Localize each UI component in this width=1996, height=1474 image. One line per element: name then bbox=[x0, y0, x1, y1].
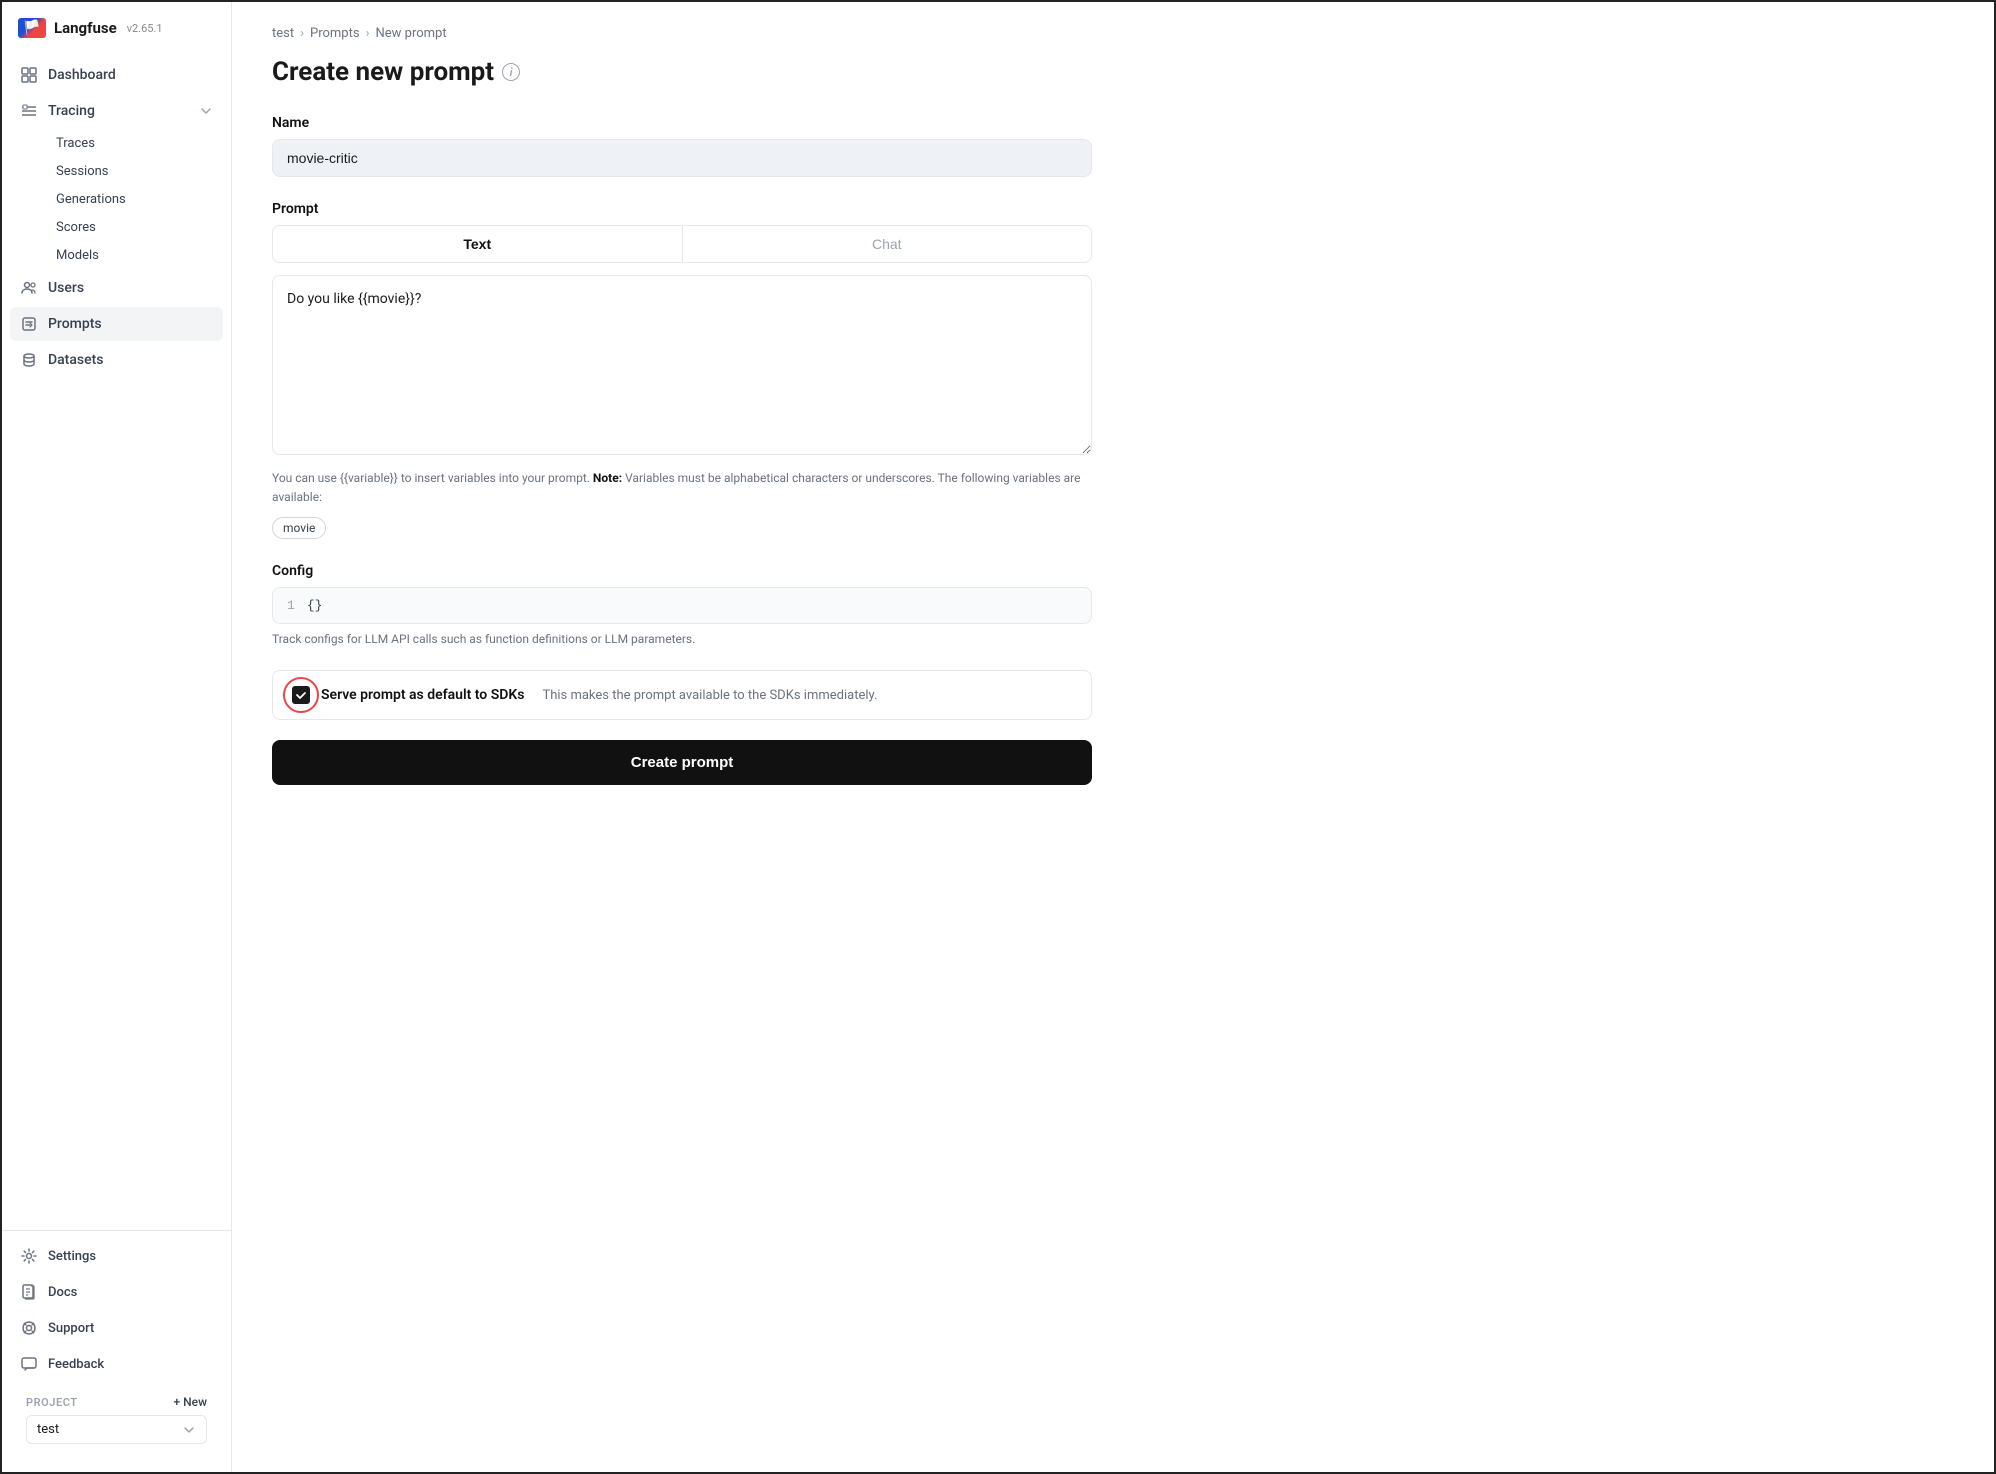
app-logo: 🏳️ Langfuse v2.65.1 bbox=[2, 18, 231, 58]
main-content: test › Prompts › New prompt Create new p… bbox=[232, 2, 1994, 1472]
config-section: Config 1 {} Track configs for LLM API ca… bbox=[272, 563, 1092, 646]
create-prompt-button[interactable]: Create prompt bbox=[272, 740, 1092, 785]
sidebar-bottom: Settings Docs bbox=[2, 1230, 231, 1456]
sidebar-navigation: Dashboard Tracing Traces S bbox=[2, 58, 231, 1230]
docs-icon bbox=[20, 1283, 38, 1301]
sidebar-item-sessions[interactable]: Sessions bbox=[46, 158, 223, 185]
prompt-hint: You can use {{variable}} to insert varia… bbox=[272, 469, 1092, 507]
page-title: Create new prompt i bbox=[272, 57, 1092, 87]
tracing-sub-nav: Traces Sessions Generations Scores Model… bbox=[10, 130, 223, 269]
tracing-chevron-icon bbox=[199, 104, 213, 118]
sidebar-item-models[interactable]: Models bbox=[46, 242, 223, 269]
dashboard-icon bbox=[20, 66, 38, 84]
checkmark-icon bbox=[295, 689, 307, 701]
prompt-type-tabs: Text Chat bbox=[272, 225, 1092, 263]
prompt-textarea[interactable] bbox=[272, 275, 1092, 455]
sidebar-item-settings[interactable]: Settings bbox=[10, 1239, 223, 1273]
variable-badge: movie bbox=[272, 517, 326, 539]
docs-label: Docs bbox=[48, 1285, 77, 1300]
sidebar-item-docs[interactable]: Docs bbox=[10, 1275, 223, 1309]
project-selector[interactable]: test bbox=[26, 1415, 207, 1444]
sidebar-item-traces[interactable]: Traces bbox=[46, 130, 223, 157]
sdk-default-row: Serve prompt as default to SDKs This mak… bbox=[272, 670, 1092, 720]
prompts-label: Prompts bbox=[48, 316, 102, 332]
name-section: Name bbox=[272, 115, 1092, 177]
feedback-icon bbox=[20, 1355, 38, 1373]
sidebar-item-tracing[interactable]: Tracing bbox=[10, 94, 223, 128]
prompt-section: Prompt Text Chat You can use {{variable}… bbox=[272, 201, 1092, 539]
name-label: Name bbox=[272, 115, 1092, 131]
breadcrumb-current: New prompt bbox=[375, 26, 446, 41]
dashboard-label: Dashboard bbox=[48, 67, 116, 83]
config-editor[interactable]: 1 {} bbox=[272, 587, 1092, 624]
tab-chat[interactable]: Chat bbox=[683, 226, 1092, 262]
settings-label: Settings bbox=[48, 1249, 96, 1264]
sidebar-item-users[interactable]: Users bbox=[10, 271, 223, 305]
project-section: Project + New test bbox=[10, 1383, 223, 1448]
breadcrumb-prompts[interactable]: Prompts bbox=[310, 26, 360, 41]
checkbox-ring bbox=[283, 677, 319, 713]
checkbox-label: Serve prompt as default to SDKs bbox=[321, 687, 524, 703]
name-input[interactable] bbox=[272, 139, 1092, 177]
feedback-label: Feedback bbox=[48, 1357, 104, 1372]
sidebar-item-generations[interactable]: Generations bbox=[46, 186, 223, 213]
prompt-label: Prompt bbox=[272, 201, 1092, 217]
tracing-icon bbox=[20, 102, 38, 120]
config-label: Config bbox=[272, 563, 1092, 579]
users-icon bbox=[20, 279, 38, 297]
support-icon bbox=[20, 1319, 38, 1337]
breadcrumb-test[interactable]: test bbox=[272, 26, 294, 41]
app-name: Langfuse bbox=[54, 19, 117, 37]
app-version: v2.65.1 bbox=[127, 22, 163, 35]
breadcrumb: test › Prompts › New prompt bbox=[272, 26, 1092, 41]
new-project-button[interactable]: + New bbox=[174, 1395, 208, 1409]
prompts-icon bbox=[20, 315, 38, 333]
config-code: {} bbox=[307, 598, 323, 613]
breadcrumb-sep-1: › bbox=[300, 26, 304, 41]
sidebar: 🏳️ Langfuse v2.65.1 Dashboard bbox=[2, 2, 232, 1472]
sdk-default-checkbox[interactable] bbox=[292, 686, 310, 704]
sidebar-item-dashboard[interactable]: Dashboard bbox=[10, 58, 223, 92]
sidebar-item-prompts[interactable]: Prompts bbox=[10, 307, 223, 341]
support-label: Support bbox=[48, 1321, 94, 1336]
users-label: Users bbox=[48, 280, 84, 296]
sidebar-item-support[interactable]: Support bbox=[10, 1311, 223, 1345]
logo-icon: 🏳️ bbox=[18, 18, 46, 38]
project-label: Project + New bbox=[26, 1395, 207, 1409]
tab-text[interactable]: Text bbox=[273, 226, 683, 262]
datasets-label: Datasets bbox=[48, 352, 103, 368]
breadcrumb-sep-2: › bbox=[366, 26, 370, 41]
datasets-icon bbox=[20, 351, 38, 369]
sidebar-item-scores[interactable]: Scores bbox=[46, 214, 223, 241]
info-icon[interactable]: i bbox=[502, 63, 520, 81]
sidebar-item-datasets[interactable]: Datasets bbox=[10, 343, 223, 377]
settings-icon bbox=[20, 1247, 38, 1265]
config-hint: Track configs for LLM API calls such as … bbox=[272, 632, 1092, 646]
checkbox-sublabel: This makes the prompt available to the S… bbox=[542, 688, 877, 703]
config-line-number: 1 bbox=[287, 598, 295, 613]
tracing-label: Tracing bbox=[48, 103, 95, 119]
sidebar-item-feedback[interactable]: Feedback bbox=[10, 1347, 223, 1381]
